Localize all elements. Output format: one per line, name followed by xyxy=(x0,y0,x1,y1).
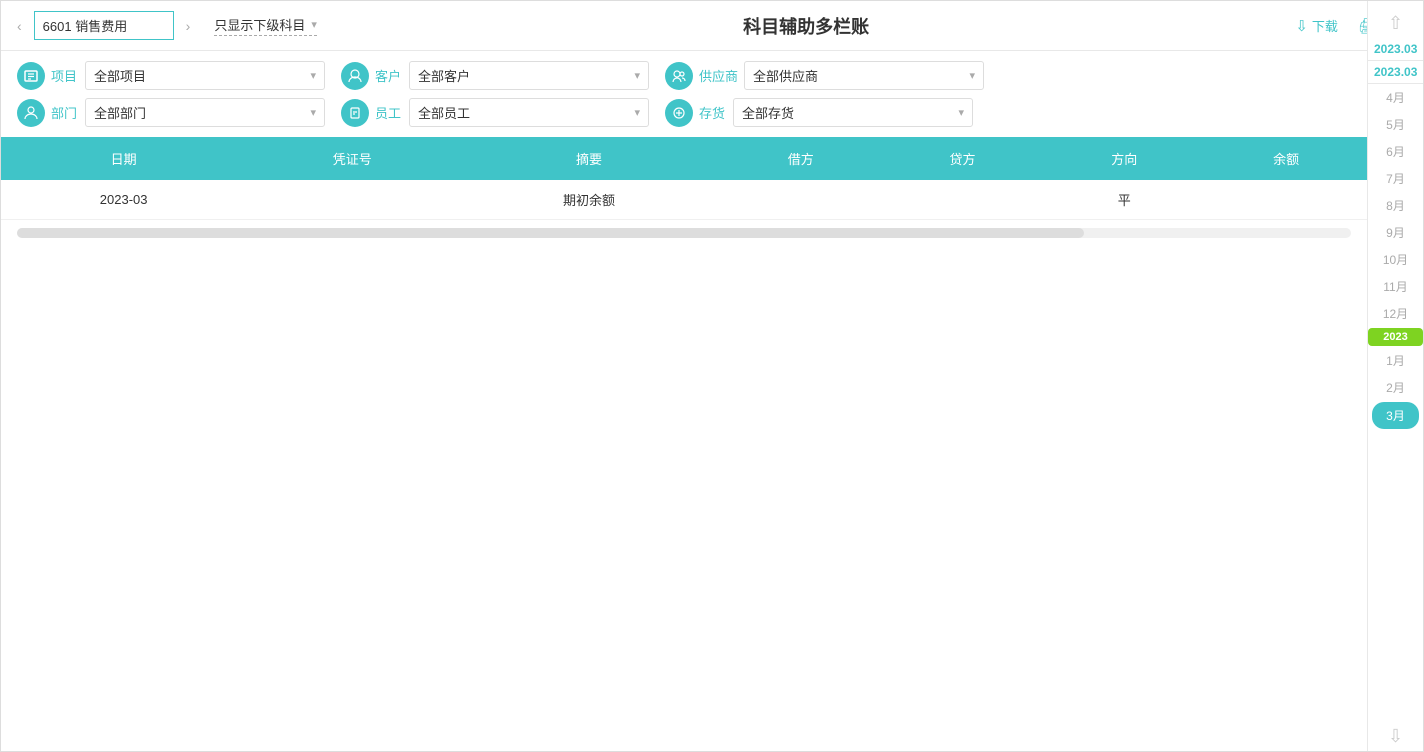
supplier-value: 全部供应商 xyxy=(753,66,818,85)
supplier-select[interactable]: 全部供应商 ▾ xyxy=(744,61,984,90)
filter-customer: 客户 全部客户 ▾ xyxy=(341,61,649,90)
project-value: 全部项目 xyxy=(94,66,146,85)
department-arrow-icon: ▾ xyxy=(310,106,316,119)
inventory-arrow-icon: ▾ xyxy=(958,106,964,119)
sidebar-down-arrow[interactable]: ⇩ xyxy=(1384,722,1407,751)
download-button[interactable]: ⇩ 下载 xyxy=(1295,16,1338,35)
filter-row-1: 项目 全部项目 ▾ 客户 全部客户 ▾ xyxy=(17,61,1407,90)
sidebar-period-end[interactable]: 2023.03 xyxy=(1368,61,1423,84)
department-value: 全部部门 xyxy=(94,103,146,122)
account-code-box: 6601 销售费用 xyxy=(34,11,174,40)
main-container: ‹ 6601 销售费用 › 只显示下级科目 ▾ 科目辅助多栏账 ⇩ 下载 🖨 打… xyxy=(0,0,1424,752)
supplier-icon xyxy=(665,62,693,90)
col-balance: 余额 xyxy=(1205,137,1367,180)
employee-value: 全部员工 xyxy=(418,103,470,122)
filter-department: 部门 全部部门 ▾ xyxy=(17,98,325,127)
inventory-label: 存货 xyxy=(699,103,727,122)
sidebar-month-2[interactable]: 2月 xyxy=(1368,374,1423,401)
sidebar-period-start[interactable]: 2023.03 xyxy=(1368,38,1423,61)
project-select[interactable]: 全部项目 ▾ xyxy=(85,61,325,90)
col-voucher: 凭证号 xyxy=(246,137,458,180)
filter-area: 项目 全部项目 ▾ 客户 全部客户 ▾ xyxy=(1,51,1423,137)
cell-voucher xyxy=(246,180,458,220)
inventory-icon xyxy=(665,99,693,127)
customer-icon xyxy=(341,62,369,90)
show-sub-label: 只显示下级科目 xyxy=(214,15,305,34)
sidebar-month-6[interactable]: 6月 xyxy=(1368,138,1423,165)
project-icon xyxy=(17,62,45,90)
cell-summary: 期初余额 xyxy=(458,180,720,220)
horizontal-scrollbar[interactable] xyxy=(17,228,1351,238)
department-icon xyxy=(17,99,45,127)
filter-supplier: 供应商 全部供应商 ▾ xyxy=(665,61,984,90)
employee-arrow-icon: ▾ xyxy=(634,106,640,119)
show-sub-toggle[interactable]: 只显示下级科目 ▾ xyxy=(214,15,317,36)
filter-project: 项目 全部项目 ▾ xyxy=(17,61,325,90)
top-bar: ‹ 6601 销售费用 › 只显示下级科目 ▾ 科目辅助多栏账 ⇩ 下载 🖨 打… xyxy=(1,1,1423,51)
supplier-arrow-icon: ▾ xyxy=(969,69,975,82)
col-date: 日期 xyxy=(1,137,246,180)
col-debit: 借方 xyxy=(720,137,882,180)
sidebar-up-arrow[interactable]: ⇧ xyxy=(1384,9,1407,38)
employee-select[interactable]: 全部员工 ▾ xyxy=(409,98,649,127)
filter-employee: 员工 全部员工 ▾ xyxy=(341,98,649,127)
account-code: 6601 销售费用 xyxy=(34,11,174,40)
cell-direction: 平 xyxy=(1043,180,1205,220)
customer-arrow-icon: ▾ xyxy=(634,69,640,82)
department-select[interactable]: 全部部门 ▾ xyxy=(85,98,325,127)
col-direction: 方向 xyxy=(1043,137,1205,180)
filter-row-2: 部门 全部部门 ▾ 员工 全部员工 ▾ xyxy=(17,98,1407,127)
cell-date: 2023-03 xyxy=(1,180,246,220)
sidebar-month-12[interactable]: 12月 xyxy=(1368,300,1423,327)
download-icon: ⇩ xyxy=(1295,17,1308,35)
download-label: 下载 xyxy=(1312,16,1338,35)
cell-balance xyxy=(1205,180,1367,220)
inventory-value: 全部存货 xyxy=(742,103,794,122)
sidebar-month-10[interactable]: 10月 xyxy=(1368,246,1423,273)
cell-credit xyxy=(882,180,1044,220)
sidebar-month-8[interactable]: 8月 xyxy=(1368,192,1423,219)
employee-label: 员工 xyxy=(375,103,403,122)
col-credit: 贷方 xyxy=(882,137,1044,180)
sidebar-month-11[interactable]: 11月 xyxy=(1368,273,1423,300)
page-title: 科目辅助多栏账 xyxy=(329,13,1283,39)
department-label: 部门 xyxy=(51,103,79,122)
sidebar-month-7[interactable]: 7月 xyxy=(1368,165,1423,192)
table-body: 2023-03 期初余额 平 xyxy=(1,180,1367,220)
next-arrow[interactable]: › xyxy=(186,18,191,34)
cell-debit xyxy=(720,180,882,220)
sidebar-month-9[interactable]: 9月 xyxy=(1368,219,1423,246)
sidebar-month-4[interactable]: 4月 xyxy=(1368,84,1423,111)
customer-value: 全部客户 xyxy=(418,66,470,85)
project-arrow-icon: ▾ xyxy=(310,69,316,82)
customer-select[interactable]: 全部客户 ▾ xyxy=(409,61,649,90)
sidebar-month-5[interactable]: 5月 xyxy=(1368,111,1423,138)
filter-inventory: 存货 全部存货 ▾ xyxy=(665,98,973,127)
table-row: 2023-03 期初余额 平 xyxy=(1,180,1367,220)
inventory-select[interactable]: 全部存货 ▾ xyxy=(733,98,973,127)
prev-arrow[interactable]: ‹ xyxy=(17,18,22,34)
data-table: 日期 凭证号 摘要 借方 贷方 方向 余额 2023-03 期初余额 平 xyxy=(1,137,1367,220)
employee-icon xyxy=(341,99,369,127)
customer-label: 客户 xyxy=(375,66,403,85)
sidebar-month-1[interactable]: 1月 xyxy=(1368,347,1423,374)
col-summary: 摘要 xyxy=(458,137,720,180)
sidebar-year-2023[interactable]: 2023 xyxy=(1368,328,1423,346)
sidebar-month-3-active[interactable]: 3月 xyxy=(1372,402,1419,429)
show-sub-arrow-icon: ▾ xyxy=(311,18,317,31)
right-sidebar: ⇧ 2023.03 2023.03 4月 5月 6月 7月 8月 9月 10月 … xyxy=(1367,1,1423,751)
supplier-label: 供应商 xyxy=(699,66,738,85)
table-header-row: 日期 凭证号 摘要 借方 贷方 方向 余额 xyxy=(1,137,1367,180)
project-label: 项目 xyxy=(51,66,79,85)
table-wrapper: 日期 凭证号 摘要 借方 贷方 方向 余额 2023-03 期初余额 平 xyxy=(1,137,1367,220)
